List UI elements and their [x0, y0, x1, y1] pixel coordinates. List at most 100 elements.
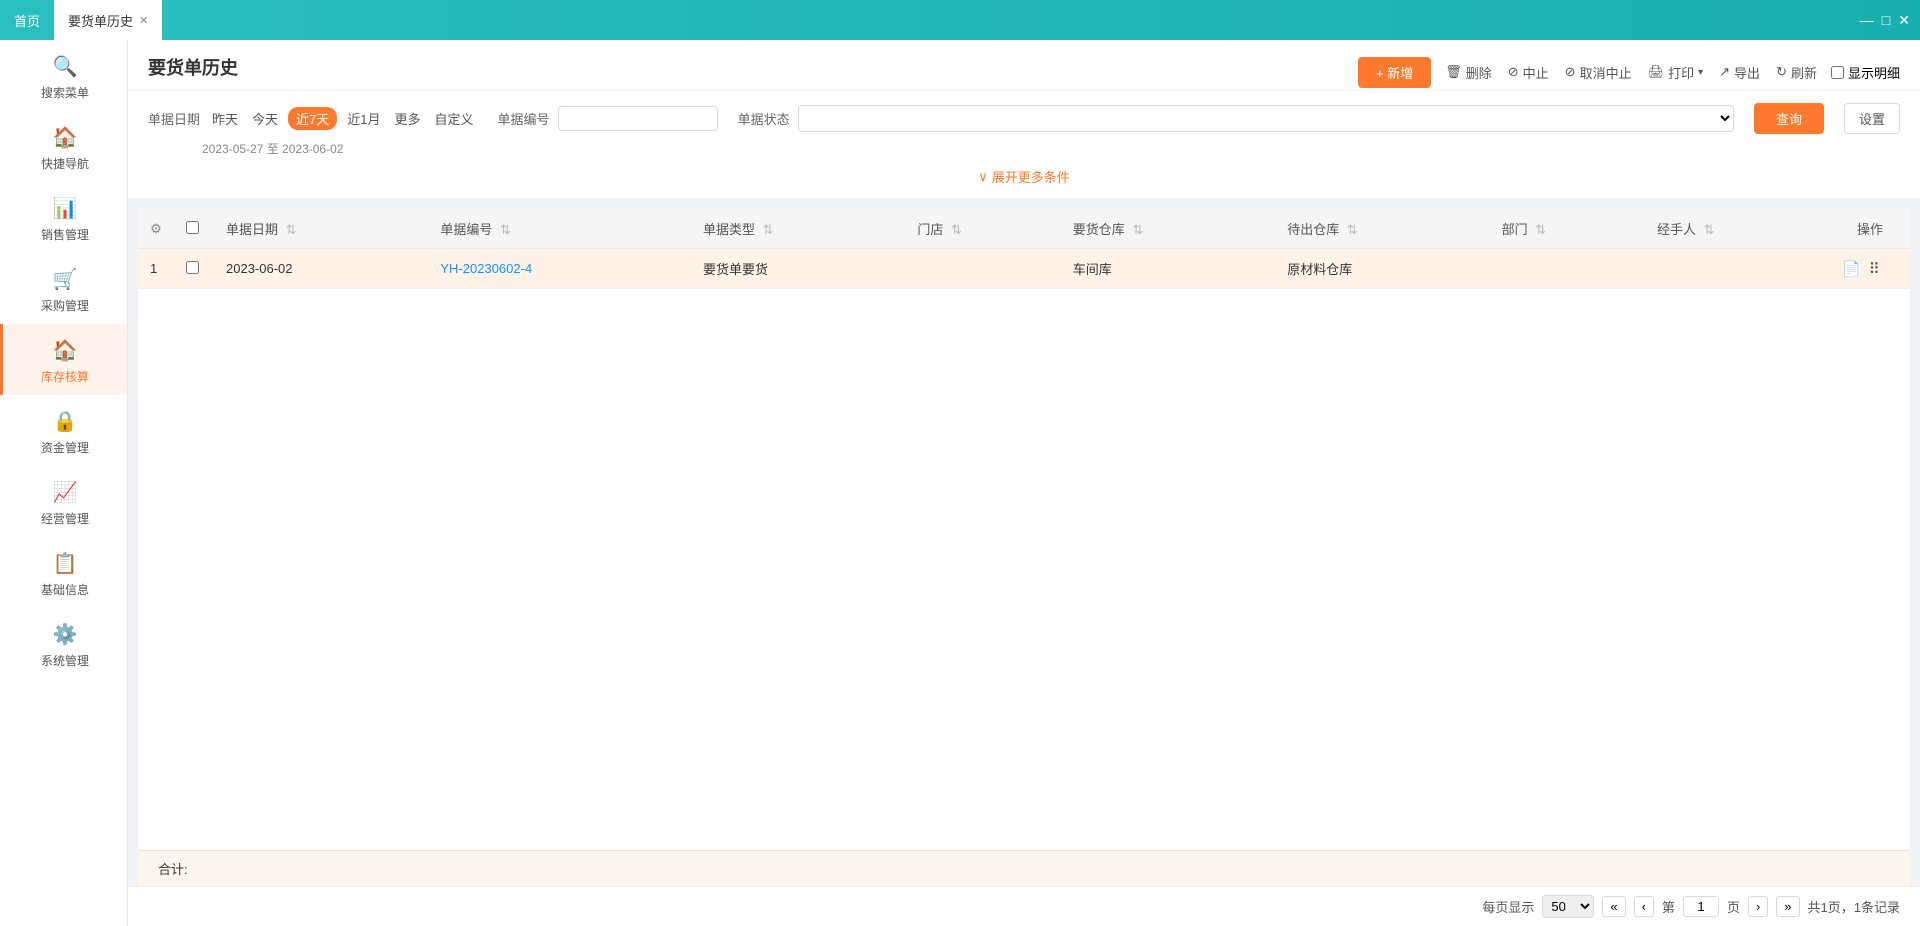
- minimize-icon[interactable]: —: [1860, 12, 1874, 28]
- sidebar-item-operations[interactable]: 📈 经营管理: [0, 466, 127, 537]
- display-detail-toggle[interactable]: 显示明细: [1831, 63, 1900, 82]
- date-yesterday[interactable]: 昨天: [208, 107, 242, 130]
- sidebar-item-sales[interactable]: 📊 销售管理: [0, 182, 127, 253]
- row-actions-cell: 📄 ⠿: [1830, 249, 1910, 289]
- stop-label: 中止: [1523, 63, 1549, 82]
- bill-number-label: 单据编号: [498, 109, 550, 128]
- print-button[interactable]: 🖨 打印 ▾: [1646, 63, 1706, 82]
- sidebar-item-finance[interactable]: 🔒 资金管理: [0, 395, 127, 466]
- handler-sort-icon[interactable]: ⇅: [1704, 222, 1715, 237]
- settings-button[interactable]: 设置: [1844, 103, 1900, 134]
- next-page-button[interactable]: ›: [1748, 896, 1768, 917]
- inventory-icon: 🏠: [53, 338, 78, 363]
- cart-icon: 🛒: [53, 267, 78, 292]
- page-title: 要货单历史: [148, 58, 238, 78]
- bill-number-sort-icon[interactable]: ⇅: [500, 222, 511, 237]
- export-label: 导出: [1734, 63, 1760, 82]
- date-more[interactable]: 更多: [391, 107, 425, 130]
- status-select[interactable]: [798, 105, 1734, 132]
- refresh-icon: ↻: [1776, 64, 1787, 80]
- main-layout: 🔍 搜索菜单 🏠 快捷导航 📊 销售管理 🛒 采购管理 🏠 库存核算 🔒 资金管…: [0, 40, 1920, 926]
- last-page-button[interactable]: »: [1776, 896, 1799, 917]
- date-today[interactable]: 今天: [248, 107, 282, 130]
- date-sort-icon[interactable]: ⇅: [286, 222, 297, 237]
- warehouse-column-label: 要货仓库: [1073, 222, 1125, 237]
- department-sort-icon[interactable]: ⇅: [1535, 222, 1546, 237]
- sidebar: 🔍 搜索菜单 🏠 快捷导航 📊 销售管理 🛒 采购管理 🏠 库存核算 🔒 资金管…: [0, 40, 128, 926]
- page-header: 要货单历史 + 新增 🗑 删除 ⊘ 中止 ⊘ 取消中止 🖨 打印: [128, 40, 1920, 91]
- table-header-row: ⚙ 单据日期 ⇅ 单据编号 ⇅: [138, 209, 1910, 249]
- display-detail-checkbox[interactable]: [1831, 66, 1844, 79]
- select-all-checkbox[interactable]: [186, 221, 199, 234]
- pending-warehouse-sort-icon[interactable]: ⇅: [1347, 222, 1358, 237]
- date-last7days[interactable]: 近7天: [288, 107, 337, 130]
- first-page-button[interactable]: «: [1602, 896, 1625, 917]
- export-button[interactable]: ↗ 导出: [1717, 63, 1762, 82]
- row-warehouse: 车间库: [1061, 249, 1275, 289]
- row-edit-icon[interactable]: 📄: [1842, 260, 1861, 278]
- bill-number-input[interactable]: [558, 106, 718, 131]
- actions-column-header: 操作: [1830, 209, 1910, 249]
- table-settings-icon[interactable]: ⚙: [150, 221, 162, 236]
- tab-purchase-history[interactable]: 要货单历史 ✕: [54, 0, 162, 40]
- tab-home[interactable]: 首页: [0, 0, 54, 40]
- refresh-button[interactable]: ↻ 刷新: [1774, 63, 1819, 82]
- operations-icon: 📈: [53, 480, 78, 505]
- maximize-icon[interactable]: □: [1882, 12, 1890, 28]
- chart-icon: 📊: [53, 196, 78, 221]
- cancel-stop-button[interactable]: ⊘ 取消中止: [1563, 63, 1634, 82]
- row-date: 2023-06-02: [214, 249, 428, 289]
- new-button[interactable]: + 新增: [1358, 57, 1431, 88]
- date-last1month[interactable]: 近1月: [343, 107, 384, 130]
- window-close-icon[interactable]: ✕: [1898, 12, 1910, 29]
- sidebar-item-system-label: 系统管理: [41, 652, 89, 669]
- row-checkbox-cell: [174, 249, 214, 289]
- stop-icon: ⊘: [1508, 64, 1519, 80]
- status-label: 单据状态: [738, 109, 790, 128]
- toolbar: + 新增 🗑 删除 ⊘ 中止 ⊘ 取消中止 🖨 打印 ▾: [1358, 57, 1900, 88]
- store-sort-icon[interactable]: ⇅: [951, 222, 962, 237]
- sidebar-item-basic-info-label: 基础信息: [41, 581, 89, 598]
- date-column-label: 单据日期: [226, 222, 278, 237]
- query-button[interactable]: 查询: [1754, 103, 1824, 134]
- filter-row-1: 单据日期 昨天 今天 近7天 近1月 更多 自定义 单据编号: [148, 103, 1900, 134]
- bill-type-column-label: 单据类型: [703, 222, 755, 237]
- prev-page-button[interactable]: ‹: [1634, 896, 1654, 917]
- stop-button[interactable]: ⊘ 中止: [1506, 63, 1551, 82]
- sidebar-item-search[interactable]: 🔍 搜索菜单: [0, 40, 127, 111]
- row-department: [1490, 249, 1645, 289]
- close-tab-icon[interactable]: ✕: [139, 14, 148, 27]
- date-custom[interactable]: 自定义: [431, 107, 478, 130]
- sidebar-item-search-label: 搜索菜单: [41, 84, 89, 101]
- row-delete-icon[interactable]: ⠿: [1869, 260, 1880, 278]
- expand-more-btn[interactable]: ∨ 展开更多条件: [148, 163, 1900, 190]
- delete-button[interactable]: 🗑 删除: [1443, 63, 1494, 82]
- bill-type-column-header: 单据类型 ⇅: [691, 209, 905, 249]
- per-page-label: 每页显示: [1482, 897, 1534, 916]
- warehouse-sort-icon[interactable]: ⇅: [1132, 222, 1143, 237]
- per-page-select[interactable]: 20 50 100 200: [1542, 895, 1594, 918]
- actions-column-label: 操作: [1857, 222, 1883, 237]
- page-suffix: 页: [1727, 897, 1740, 916]
- row-pending-warehouse: 原材料仓库: [1275, 249, 1489, 289]
- chevron-down-icon: ∨: [978, 169, 988, 185]
- sidebar-item-system[interactable]: ⚙️ 系统管理: [0, 608, 127, 679]
- table-area: ⚙ 单据日期 ⇅ 单据编号 ⇅: [138, 209, 1910, 850]
- cancel-stop-label: 取消中止: [1580, 63, 1632, 82]
- home-icon: 🏠: [53, 125, 78, 150]
- sidebar-item-inventory[interactable]: 🏠 库存核算: [0, 324, 127, 395]
- row-checkbox[interactable]: [186, 261, 199, 274]
- total-info: 共1页，1条记录: [1808, 897, 1900, 916]
- sidebar-item-purchase-label: 采购管理: [41, 297, 89, 314]
- sidebar-item-quick-nav[interactable]: 🏠 快捷导航: [0, 111, 127, 182]
- expand-more-label: 展开更多条件: [992, 167, 1070, 186]
- bill-type-sort-icon[interactable]: ⇅: [763, 222, 774, 237]
- bill-number-link[interactable]: YH-20230602-4: [440, 261, 532, 276]
- status-filter-group: 单据状态: [738, 105, 1734, 132]
- page-number-input[interactable]: [1683, 896, 1719, 917]
- date-range-text: 2023-05-27 至 2023-06-02: [202, 140, 343, 157]
- sidebar-item-purchase[interactable]: 🛒 采购管理: [0, 253, 127, 324]
- sidebar-item-basic-info[interactable]: 📋 基础信息: [0, 537, 127, 608]
- basic-info-icon: 📋: [53, 551, 78, 576]
- cancel-stop-icon: ⊘: [1565, 64, 1576, 80]
